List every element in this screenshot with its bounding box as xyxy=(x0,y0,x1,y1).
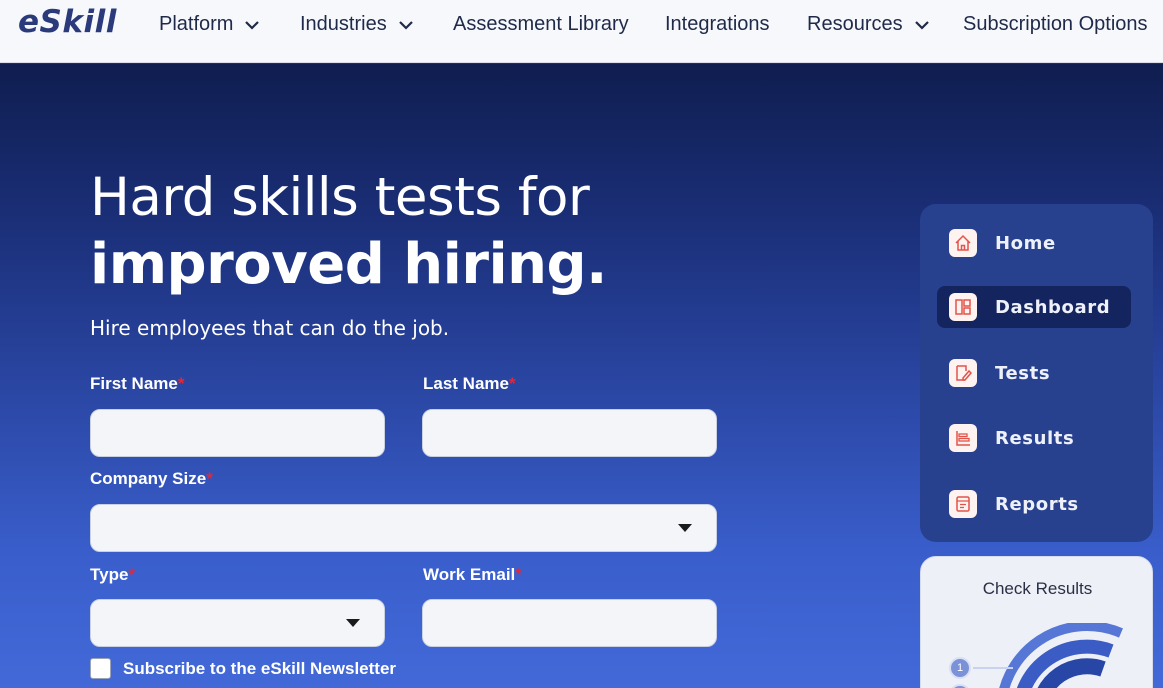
sidebar-item-label: Reports xyxy=(995,493,1079,515)
sidebar-item-label: Results xyxy=(995,427,1075,449)
hero-title-line2: improved hiring. xyxy=(90,232,607,297)
nav-assessment-library[interactable]: Assessment Library xyxy=(453,13,629,36)
nav-resources-label: Resources xyxy=(807,13,903,35)
app-preview-sidebar: Home Dashboard Tests Results Reports xyxy=(920,204,1153,542)
required-asterisk: * xyxy=(508,374,516,393)
sidebar-item-label: Dashboard xyxy=(995,296,1111,318)
nav-platform-label: Platform xyxy=(159,13,234,35)
chevron-down-icon xyxy=(914,20,929,30)
nav-integrations[interactable]: Integrations xyxy=(665,13,770,36)
required-asterisk: * xyxy=(515,565,522,584)
sidebar-item-dashboard: Dashboard xyxy=(937,286,1131,328)
eskill-logo[interactable]: eSkill xyxy=(18,4,117,40)
first-name-label: First Name* xyxy=(90,374,185,394)
results-icon xyxy=(949,424,977,452)
results-gauge-graphic xyxy=(999,623,1123,688)
last-name-input[interactable] xyxy=(422,409,717,457)
last-name-label-text: Last Name xyxy=(423,374,509,393)
nav-integrations-label: Integrations xyxy=(665,13,770,35)
type-select[interactable] xyxy=(90,599,385,647)
required-asterisk: * xyxy=(206,469,213,488)
type-label: Type* xyxy=(90,565,135,585)
newsletter-option: Subscribe to the eSkill Newsletter xyxy=(90,658,396,679)
hero-title-line1: Hard skills tests for xyxy=(90,167,590,228)
sidebar-item-home: Home xyxy=(937,222,1131,264)
newsletter-label: Subscribe to the eSkill Newsletter xyxy=(123,658,397,678)
company-size-select[interactable] xyxy=(90,504,717,552)
nav-resources[interactable]: Resources xyxy=(807,13,931,36)
check-results-title: Check Results xyxy=(982,579,1093,598)
dashboard-icon xyxy=(949,293,977,321)
tests-icon xyxy=(949,359,977,387)
last-name-label: Last Name* xyxy=(423,374,516,394)
first-name-input[interactable] xyxy=(90,409,385,457)
dropdown-caret-icon xyxy=(678,524,692,532)
required-asterisk: * xyxy=(128,565,136,584)
step-indicator: 1 xyxy=(949,657,971,679)
nav-subscription-options[interactable]: Subscription Options xyxy=(963,13,1148,36)
work-email-label-text: Work Email xyxy=(423,565,516,584)
company-size-label: Company Size* xyxy=(90,469,213,489)
sidebar-item-label: Tests xyxy=(995,362,1051,384)
sidebar-item-tests: Tests xyxy=(937,352,1131,394)
work-email-input[interactable] xyxy=(422,599,717,647)
newsletter-checkbox[interactable] xyxy=(90,658,111,679)
home-icon xyxy=(949,229,977,257)
type-label-text: Type xyxy=(90,565,129,584)
nav-platform[interactable]: Platform xyxy=(159,13,261,36)
chevron-down-icon xyxy=(398,20,413,30)
sidebar-item-results: Results xyxy=(937,417,1131,459)
sidebar-item-reports: Reports xyxy=(937,483,1131,525)
step-connector xyxy=(973,667,1013,669)
nav-subscription-options-label: Subscription Options xyxy=(963,13,1148,35)
required-asterisk: * xyxy=(177,374,185,393)
nav-industries-label: Industries xyxy=(300,13,387,35)
hero-subtitle: Hire employees that can do the job. xyxy=(90,316,450,340)
reports-icon xyxy=(949,490,977,518)
sidebar-item-label: Home xyxy=(995,232,1056,254)
nav-assessment-library-label: Assessment Library xyxy=(453,13,629,35)
nav-industries[interactable]: Industries xyxy=(300,13,415,36)
company-size-label-text: Company Size xyxy=(90,469,207,488)
dropdown-caret-icon xyxy=(346,619,360,627)
chevron-down-icon xyxy=(245,20,260,30)
work-email-label: Work Email* xyxy=(423,565,522,585)
top-navigation: eSkill Platform Industries Assessment Li… xyxy=(0,0,1163,63)
check-results-card: Check Results 1 xyxy=(920,556,1153,688)
step-indicator xyxy=(949,684,971,688)
first-name-label-text: First Name xyxy=(90,374,178,393)
